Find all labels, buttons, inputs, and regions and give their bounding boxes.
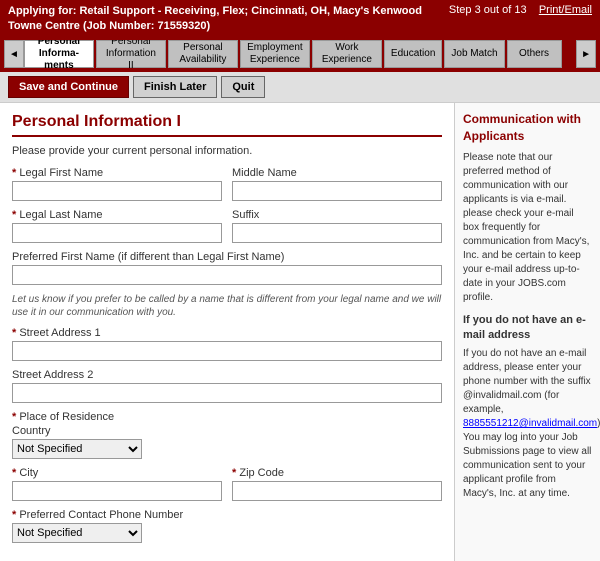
phone-group: * Preferred Contact Phone Number Not Spe… [12,509,442,543]
nav-tabs-container: ◄ Personal Informa-ments Personal Inform… [0,40,600,72]
step-info: Step 3 out of 13 Print/Email [449,4,592,16]
place-of-residence-group: * Place of Residence Country Not Specifi… [12,411,442,459]
print-email-link[interactable]: Print/Email [539,4,592,16]
required-star-1: * [12,167,16,179]
sidebar: Communication with Applicants Please not… [455,103,600,561]
required-star-2: * [12,209,16,221]
tab-education[interactable]: Education [384,40,442,68]
middle-name-label: Middle Name [232,167,442,179]
save-continue-button[interactable]: Save and Continue [8,76,129,98]
zip-code-input[interactable] [232,481,442,501]
main-content: Personal Information I Please provide yo… [0,103,600,561]
country-label: Country [12,425,442,437]
street-address-1-label: * Street Address 1 [12,327,442,339]
legal-first-name-group: * Legal First Name [12,167,222,201]
suffix-input[interactable] [232,223,442,243]
street-address-1-group: * Street Address 1 [12,327,442,361]
applying-for-text: Applying for: Retail Support - Receiving… [8,4,449,35]
header: Applying for: Retail Support - Receiving… [0,0,600,40]
sidebar-subtitle: If you do not have an e-mail address [463,313,592,344]
phone-select[interactable]: Not Specified [12,523,142,543]
nav-next-button[interactable]: ► [576,40,596,68]
legal-first-name-input[interactable] [12,181,222,201]
legal-last-name-group: * Legal Last Name [12,209,222,243]
street-address-1-input[interactable] [12,341,442,361]
example-email-link[interactable]: 8885551212@invalidmail.com [463,418,597,429]
zip-code-group: * Zip Code [232,467,442,501]
tab-job-match[interactable]: Job Match [444,40,504,68]
required-star-4: * [12,411,16,423]
phone-label: * Preferred Contact Phone Number [12,509,442,521]
action-bar: Save and Continue Finish Later Quit [0,72,600,103]
sidebar-title: Communication with Applicants [463,111,592,145]
nav-tabs: Personal Informa-ments Personal Informat… [24,40,576,68]
tab-other[interactable]: Others [507,40,562,68]
name-row-2: * Legal Last Name Suffix [12,209,442,251]
tab-personal-availability[interactable]: Personal Availability [168,40,238,68]
legal-last-name-label: * Legal Last Name [12,209,222,221]
preferred-first-name-input[interactable] [12,265,442,285]
preferred-first-name-group: Preferred First Name (if different than … [12,251,442,285]
tab-employment-experience[interactable]: Employment Experience [240,40,310,68]
required-star-6: * [232,467,236,479]
preferred-helper-text: Let us know if you prefer to be called b… [12,293,442,319]
city-group: * City [12,467,222,501]
form-section: Personal Information I Please provide yo… [0,103,455,561]
street-address-2-label: Street Address 2 [12,369,442,381]
suffix-label: Suffix [232,209,442,221]
nav-prev-button[interactable]: ◄ [4,40,24,68]
required-star-5: * [12,467,16,479]
middle-name-input[interactable] [232,181,442,201]
required-star-7: * [12,509,16,521]
suffix-group: Suffix [232,209,442,243]
place-of-residence-label: * Place of Residence [12,411,442,423]
required-star-3: * [12,327,16,339]
name-row-1: * Legal First Name Middle Name [12,167,442,209]
middle-name-group: Middle Name [232,167,442,201]
tab-personal-info-1[interactable]: Personal Informa-ments [24,40,94,68]
finish-later-button[interactable]: Finish Later [133,76,217,98]
sidebar-body2: If you do not have an e-mail address, pl… [463,347,592,501]
city-label: * City [12,467,222,479]
street-address-2-group: Street Address 2 [12,369,442,403]
city-zip-row: * City * Zip Code [12,467,442,509]
preferred-first-name-label: Preferred First Name (if different than … [12,251,442,263]
city-input[interactable] [12,481,222,501]
page-title: Personal Information I [12,113,442,137]
country-select[interactable]: Not Specified [12,439,142,459]
tab-work-experience[interactable]: Work Experience [312,40,382,68]
legal-last-name-input[interactable] [12,223,222,243]
sidebar-body1: Please note that our preferred method of… [463,151,592,305]
tab-personal-info-2[interactable]: Personal Information II [96,40,166,68]
quit-button[interactable]: Quit [221,76,265,98]
form-intro: Please provide your current personal inf… [12,145,442,157]
zip-code-label: * Zip Code [232,467,442,479]
street-address-2-input[interactable] [12,383,442,403]
legal-first-name-label: * Legal First Name [12,167,222,179]
